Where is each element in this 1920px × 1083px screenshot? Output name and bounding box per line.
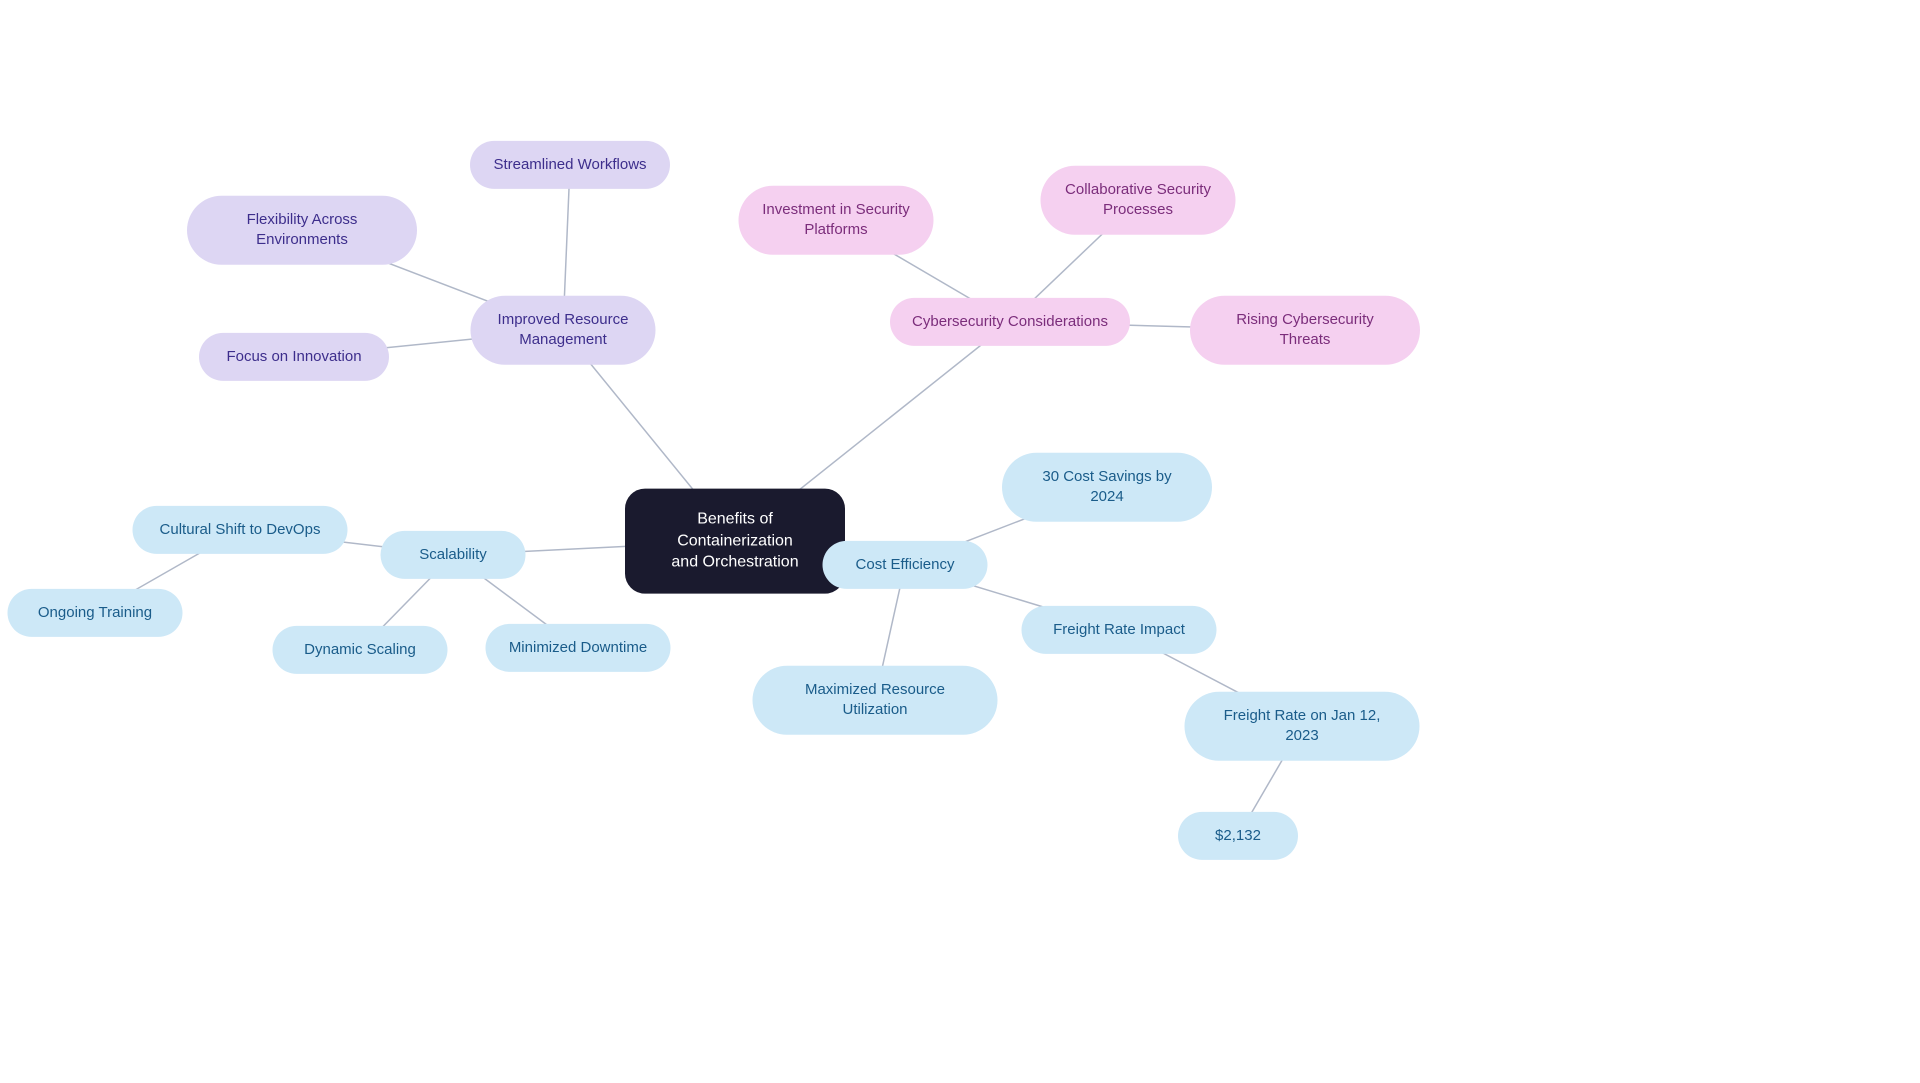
node-rising-threats[interactable]: Rising Cybersecurity Threats xyxy=(1190,296,1420,365)
node-minimized-downtime[interactable]: Minimized Downtime xyxy=(486,624,671,672)
node-cost-efficiency[interactable]: Cost Efficiency xyxy=(823,541,988,589)
node-collaborative[interactable]: Collaborative Security Processes xyxy=(1041,166,1236,235)
node-flexibility[interactable]: Flexibility Across Environments xyxy=(187,196,417,265)
node-freight-rate-jan[interactable]: Freight Rate on Jan 12, 2023 xyxy=(1185,692,1420,761)
node-improved-resource[interactable]: Improved Resource Management xyxy=(471,296,656,365)
node-maximized-resource[interactable]: Maximized Resource Utilization xyxy=(753,666,998,735)
mindmap-canvas: Benefits of Containerization and Orchest… xyxy=(0,0,1920,1083)
node-streamlined[interactable]: Streamlined Workflows xyxy=(470,141,670,189)
node-ongoing-training[interactable]: Ongoing Training xyxy=(8,589,183,637)
node-center[interactable]: Benefits of Containerization and Orchest… xyxy=(625,489,845,594)
node-cost-savings[interactable]: 30 Cost Savings by 2024 xyxy=(1002,453,1212,522)
node-cybersecurity[interactable]: Cybersecurity Considerations xyxy=(890,298,1130,346)
node-dynamic-scaling[interactable]: Dynamic Scaling xyxy=(273,626,448,674)
node-freight-rate-impact[interactable]: Freight Rate Impact xyxy=(1022,606,1217,654)
node-scalability[interactable]: Scalability xyxy=(381,531,526,579)
node-cultural-shift[interactable]: Cultural Shift to DevOps xyxy=(133,506,348,554)
node-investment-security[interactable]: Investment in Security Platforms xyxy=(739,186,934,255)
node-price[interactable]: $2,132 xyxy=(1178,812,1298,860)
node-focus-innovation[interactable]: Focus on Innovation xyxy=(199,333,389,381)
